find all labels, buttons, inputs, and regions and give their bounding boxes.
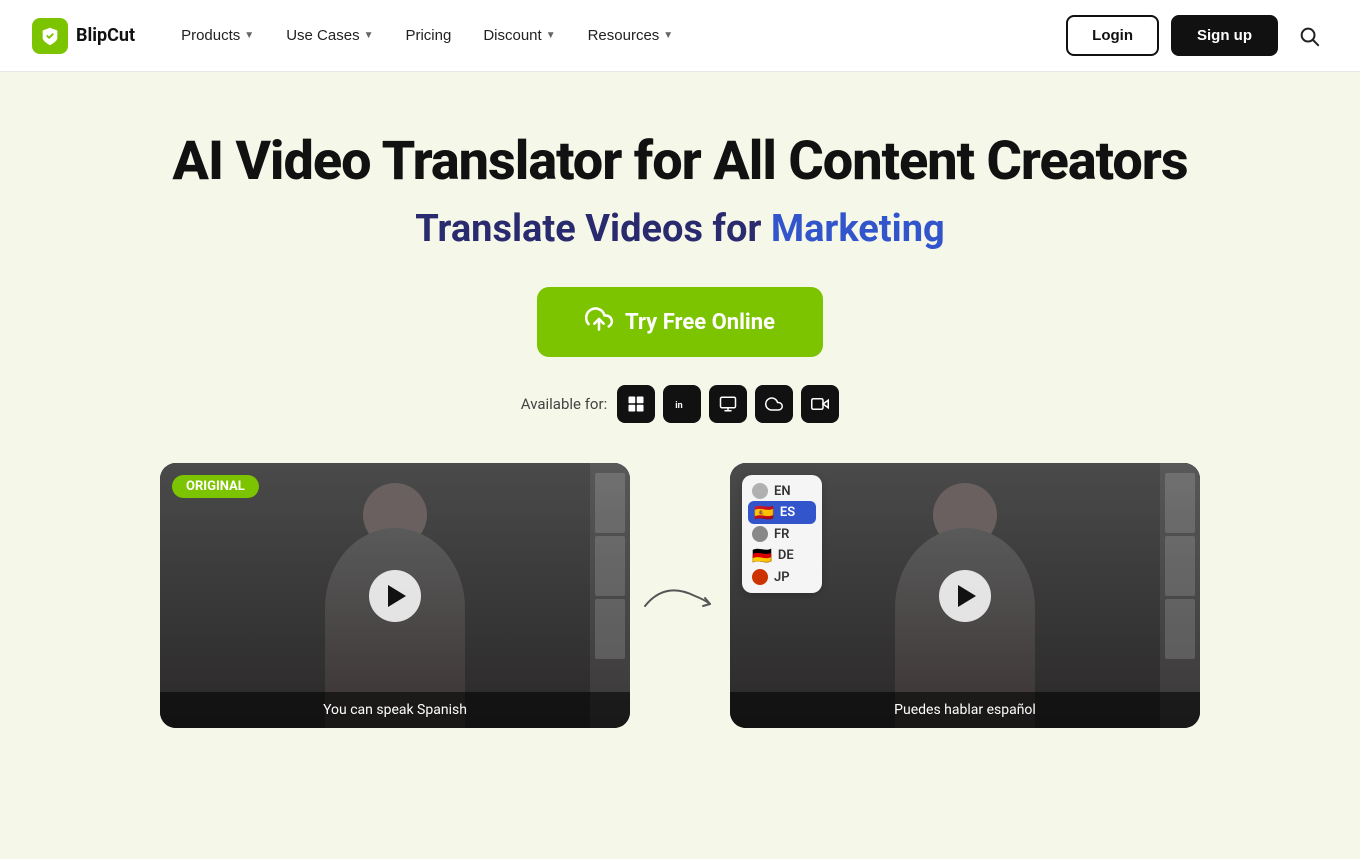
search-button[interactable] (1290, 17, 1328, 55)
logo-icon (32, 18, 68, 54)
play-button-translated[interactable] (939, 570, 991, 622)
navigation: BlipCut Products ▼ Use Cases ▼ Pricing D… (0, 0, 1360, 72)
cta-label: Try Free Online (625, 310, 775, 335)
chevron-down-icon: ▼ (663, 30, 673, 41)
lang-de[interactable]: 🇩🇪 DE (752, 544, 812, 567)
window-bars-2 (1160, 463, 1200, 728)
brand-name: BlipCut (76, 25, 135, 46)
lang-jp[interactable]: JP (752, 567, 812, 587)
lang-fr[interactable]: FR (752, 524, 812, 544)
flag-jp (752, 569, 768, 585)
translated-video-card: EN 🇪🇸 ES FR 🇩🇪 DE JP (730, 463, 1200, 728)
chevron-down-icon: ▼ (546, 30, 556, 41)
nav-use-cases[interactable]: Use Cases ▼ (272, 19, 387, 52)
flag-fr (752, 526, 768, 542)
platform-camera-icon (801, 385, 839, 423)
logo-link[interactable]: BlipCut (32, 18, 135, 54)
hero-section: AI Video Translator for All Content Crea… (0, 72, 1360, 423)
original-subtitle: You can speak Spanish (160, 692, 630, 728)
nav-menu: Products ▼ Use Cases ▼ Pricing Discount … (167, 19, 1066, 52)
arrow-connector (630, 576, 730, 616)
signup-button[interactable]: Sign up (1171, 15, 1278, 56)
translated-subtitle: Puedes hablar español (730, 692, 1200, 728)
platform-windows-icon (617, 385, 655, 423)
language-overlay: EN 🇪🇸 ES FR 🇩🇪 DE JP (742, 475, 822, 593)
platform-cloud-icon (755, 385, 793, 423)
cta-button[interactable]: Try Free Online (537, 287, 823, 357)
chevron-down-icon: ▼ (244, 30, 254, 41)
lang-es[interactable]: 🇪🇸 ES (748, 501, 816, 524)
nav-pricing[interactable]: Pricing (391, 19, 465, 52)
subtitle-prefix: Translate Videos for (415, 207, 771, 251)
original-badge: ORIGINAL (172, 475, 259, 498)
available-row: Available for: in (24, 385, 1336, 423)
flag-en (752, 483, 768, 499)
platform-icons: in (617, 385, 839, 423)
video-section: ORIGINAL You can speak Spanish (0, 463, 1360, 788)
translated-video-bg: EN 🇪🇸 ES FR 🇩🇪 DE JP (730, 463, 1200, 728)
nav-products[interactable]: Products ▼ (167, 19, 268, 52)
window-bars (590, 463, 630, 728)
search-icon (1298, 25, 1320, 47)
upload-icon (585, 305, 613, 339)
nav-resources[interactable]: Resources ▼ (574, 19, 688, 52)
available-label: Available for: (521, 395, 607, 413)
hero-title: AI Video Translator for All Content Crea… (24, 132, 1336, 191)
subtitle-accent: Marketing (771, 207, 945, 251)
svg-text:in: in (675, 401, 682, 411)
platform-monitor-icon (709, 385, 747, 423)
nav-discount[interactable]: Discount ▼ (469, 19, 569, 52)
play-button-original[interactable] (369, 570, 421, 622)
flag-de: 🇩🇪 (752, 546, 772, 565)
flag-es: 🇪🇸 (754, 503, 774, 522)
nav-actions: Login Sign up (1066, 15, 1328, 56)
original-video-card: ORIGINAL You can speak Spanish (160, 463, 630, 728)
original-video-bg: ORIGINAL You can speak Spanish (160, 463, 630, 728)
platform-intel-icon: in (663, 385, 701, 423)
chevron-down-icon: ▼ (364, 30, 374, 41)
lang-en[interactable]: EN (752, 481, 812, 501)
login-button[interactable]: Login (1066, 15, 1159, 56)
hero-subtitle: Translate Videos for Marketing (24, 207, 1336, 251)
translation-arrow-icon (640, 576, 720, 616)
